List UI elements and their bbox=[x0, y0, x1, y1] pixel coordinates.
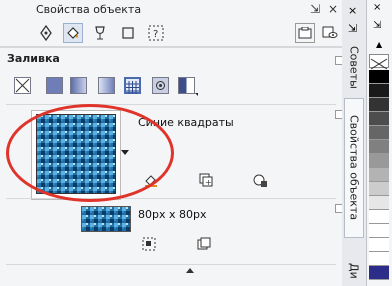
palette-swatch[interactable] bbox=[369, 168, 389, 182]
eye-icon bbox=[322, 26, 338, 38]
palette-swatch[interactable] bbox=[369, 70, 389, 84]
fill-bucket-icon bbox=[67, 27, 79, 39]
fill-type-bitmap-pattern[interactable] bbox=[124, 77, 141, 94]
divider bbox=[6, 264, 336, 265]
window-icon bbox=[298, 27, 312, 39]
palette-pin-icon[interactable]: ⇲ bbox=[373, 20, 381, 31]
palette-scroll-up-icon[interactable]: ▲ bbox=[376, 40, 382, 49]
highlight-annotation bbox=[6, 104, 174, 202]
texture-icon bbox=[156, 81, 165, 90]
palette-swatch[interactable] bbox=[369, 98, 389, 112]
fill-type-none[interactable] bbox=[14, 77, 31, 94]
new-from-document-button[interactable]: + bbox=[198, 172, 214, 192]
palette-swatch[interactable] bbox=[369, 126, 389, 140]
docker-side-tabs: × ⇲ Советы Свойства объекта Ди bbox=[342, 0, 366, 286]
panel-title: Свойства объекта bbox=[36, 3, 142, 16]
svg-text:+: + bbox=[205, 178, 212, 187]
tab-frame[interactable] bbox=[118, 23, 138, 43]
docker-pin-icon[interactable]: ⇲ bbox=[348, 22, 357, 35]
fill-type-menu-arrow[interactable] bbox=[195, 93, 198, 96]
text-frame-icon: ? bbox=[148, 25, 164, 41]
pen-nib-icon bbox=[40, 25, 52, 41]
palette-swatch[interactable] bbox=[369, 154, 389, 168]
color-palette: × ⇲ ▲ bbox=[366, 0, 392, 286]
pattern-size-label: 80px x 80px bbox=[138, 208, 207, 221]
separator bbox=[0, 47, 342, 48]
tab-transparency[interactable] bbox=[90, 23, 110, 43]
no-fill-icon bbox=[15, 78, 30, 93]
palette-swatch[interactable] bbox=[369, 252, 389, 266]
divider bbox=[6, 104, 336, 105]
frame-icon bbox=[122, 27, 134, 39]
palette-swatch[interactable] bbox=[369, 196, 389, 210]
palette-swatch[interactable] bbox=[369, 140, 389, 154]
pattern-tile-preview bbox=[81, 206, 131, 232]
palette-swatch[interactable] bbox=[369, 112, 389, 126]
fill-type-vector-pattern[interactable] bbox=[98, 77, 115, 94]
pin-icon[interactable]: ⇲ bbox=[310, 2, 320, 16]
stack-icon bbox=[197, 237, 211, 250]
tile-preview-image bbox=[82, 207, 130, 231]
svg-text:?: ? bbox=[153, 29, 158, 40]
fill-type-fountain[interactable] bbox=[70, 77, 87, 94]
save-lock-icon bbox=[253, 174, 267, 187]
palette-no-color[interactable] bbox=[369, 54, 389, 70]
palette-swatch[interactable] bbox=[369, 266, 389, 280]
tab-other[interactable]: Ди bbox=[344, 256, 364, 286]
palette-swatch[interactable] bbox=[369, 182, 389, 196]
close-icon[interactable]: × bbox=[328, 2, 338, 16]
tab-pen[interactable] bbox=[36, 23, 56, 43]
tile-transform-button[interactable] bbox=[141, 236, 157, 256]
object-properties-panel: Свойства объекта ⇲ × ? Заливка Синие ква… bbox=[0, 0, 344, 286]
docker-close-icon[interactable]: × bbox=[348, 4, 357, 17]
palette-swatch[interactable] bbox=[369, 238, 389, 252]
tile-options-button[interactable] bbox=[196, 236, 212, 256]
save-pattern-button[interactable] bbox=[252, 172, 268, 192]
tab-window[interactable] bbox=[295, 23, 315, 43]
no-color-icon bbox=[370, 58, 388, 70]
palette-swatch[interactable] bbox=[369, 210, 389, 224]
tab-hints[interactable]: Советы bbox=[344, 42, 364, 92]
tab-object-properties[interactable]: Свойства объекта bbox=[344, 98, 364, 238]
collapse-up-arrow[interactable] bbox=[186, 268, 194, 273]
fill-type-texture[interactable] bbox=[152, 77, 169, 94]
tab-text-frame[interactable]: ? bbox=[146, 23, 166, 43]
dashed-square-icon bbox=[142, 237, 156, 251]
palette-swatch[interactable] bbox=[369, 84, 389, 98]
panel-titlebar: Свойства объекта ⇲ × bbox=[0, 0, 342, 20]
copy-plus-icon: + bbox=[199, 173, 213, 187]
wineglass-icon bbox=[95, 26, 105, 40]
palette-swatch[interactable] bbox=[369, 224, 389, 238]
divider bbox=[6, 198, 336, 199]
tab-fill[interactable] bbox=[63, 23, 83, 43]
fill-type-postscript[interactable] bbox=[178, 77, 195, 94]
palette-close-icon[interactable]: × bbox=[373, 2, 381, 13]
property-tabs: ? bbox=[0, 20, 342, 47]
fill-section-title: Заливка bbox=[7, 52, 60, 65]
grid-pattern-icon bbox=[126, 81, 139, 94]
fill-type-uniform[interactable] bbox=[46, 77, 63, 94]
tab-view[interactable] bbox=[320, 23, 340, 43]
